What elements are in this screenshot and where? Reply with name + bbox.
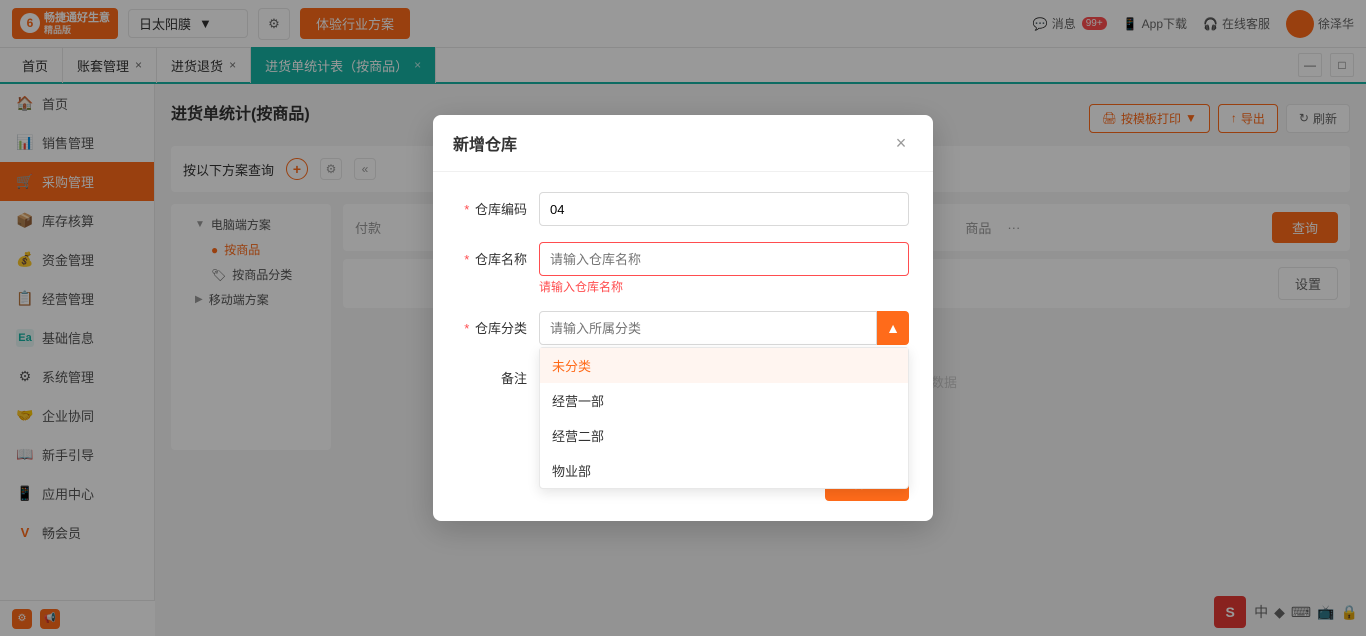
category-dropdown-wrapper: ▲ 未分类 经营一部 经营二部 物业部: [539, 311, 909, 345]
close-icon: ×: [896, 133, 907, 154]
code-label: * 仓库编码: [457, 192, 527, 218]
modal-header: 新增仓库 ×: [433, 115, 933, 172]
category-input[interactable]: [539, 311, 877, 345]
code-input[interactable]: [539, 192, 909, 226]
form-row-name: * 仓库名称 请输入仓库名称: [457, 242, 909, 295]
modal-new-warehouse: 新增仓库 × * 仓库编码 * 仓库名称: [433, 115, 933, 521]
name-error-msg: 请输入仓库名称: [539, 278, 909, 295]
modal-overlay[interactable]: 新增仓库 × * 仓库编码 * 仓库名称: [0, 0, 1366, 636]
form-row-code: * 仓库编码: [457, 192, 909, 226]
name-label: * 仓库名称: [457, 242, 527, 268]
name-input[interactable]: [539, 242, 909, 276]
dropdown-item-property[interactable]: 物业部: [540, 453, 908, 488]
name-field-wrapper: 请输入仓库名称: [539, 242, 909, 295]
dropdown-item-ops2[interactable]: 经营二部: [540, 418, 908, 453]
chevron-up-icon: ▲: [886, 320, 900, 336]
category-dropdown-toggle[interactable]: ▲: [877, 311, 909, 345]
category-dropdown-list: 未分类 经营一部 经营二部 物业部: [539, 347, 909, 489]
modal-close-button[interactable]: ×: [889, 131, 913, 155]
category-label: * 仓库分类: [457, 311, 527, 337]
dropdown-item-ops1[interactable]: 经营一部: [540, 383, 908, 418]
modal-title: 新增仓库: [453, 131, 517, 155]
note-label: 备注: [457, 361, 527, 387]
modal-body: * 仓库编码 * 仓库名称 请输入仓库名称 *: [433, 172, 933, 457]
form-row-category: * 仓库分类 ▲ 未分类 经营一部: [457, 311, 909, 345]
dropdown-item-none[interactable]: 未分类: [540, 348, 908, 383]
